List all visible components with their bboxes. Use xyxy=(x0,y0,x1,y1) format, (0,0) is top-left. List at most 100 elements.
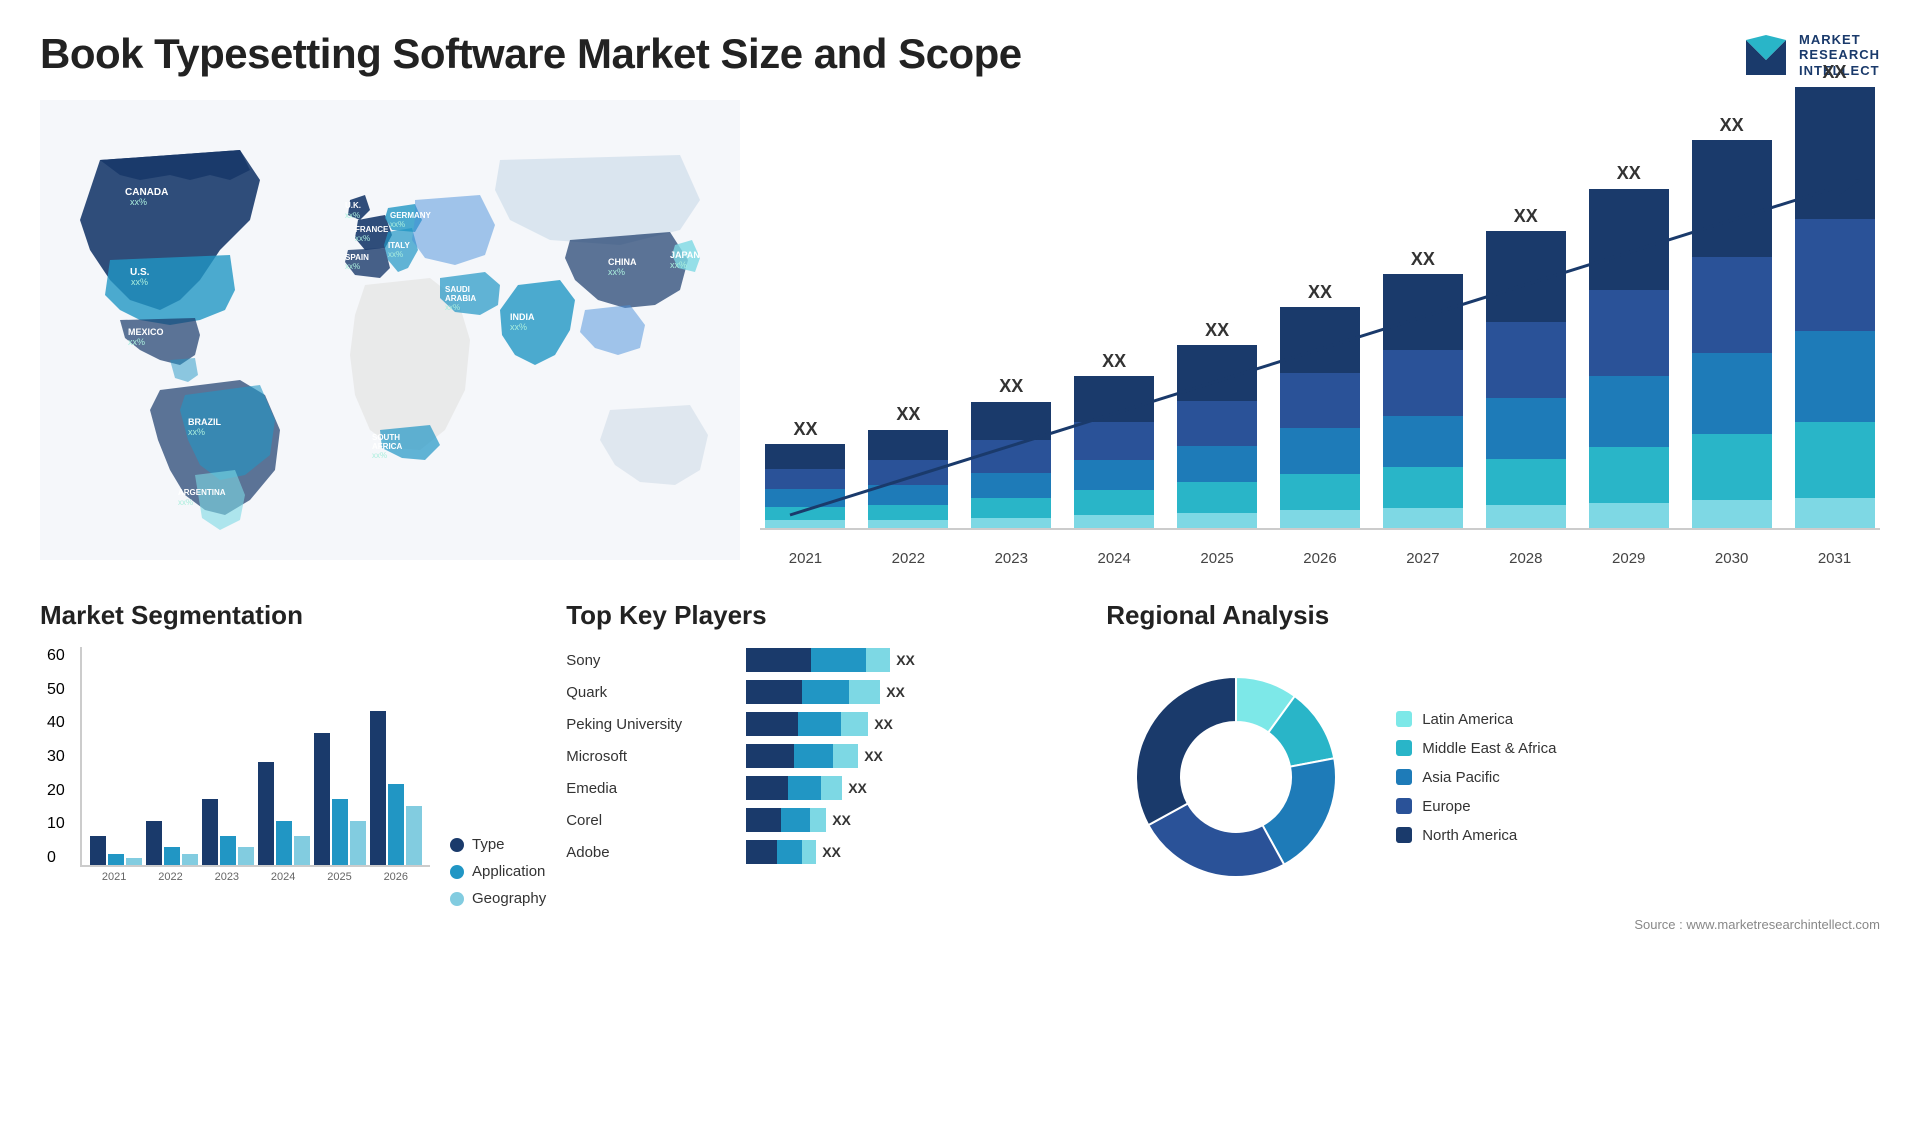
bar-year-label: 2025 xyxy=(1172,550,1263,567)
bar-segment xyxy=(1074,490,1154,515)
player-bar-seg xyxy=(777,840,802,864)
seg-bar xyxy=(126,858,142,865)
bar-year-label: 2027 xyxy=(1377,550,1468,567)
seg-chart: 60 50 40 30 20 10 0 20212022202320242025… xyxy=(40,647,430,907)
bar-stack xyxy=(1795,87,1875,528)
player-bar-seg xyxy=(794,744,833,768)
bar-year-label: 2029 xyxy=(1583,550,1674,567)
seg-bar xyxy=(258,762,274,865)
legend-dot xyxy=(450,892,464,906)
bar-segment xyxy=(1795,87,1875,219)
bar-segment xyxy=(868,430,948,460)
player-bar-seg xyxy=(849,680,880,704)
regional-legend-item: Middle East & Africa xyxy=(1396,740,1556,757)
player-name: Peking University xyxy=(566,716,736,733)
svg-text:ARGENTINA: ARGENTINA xyxy=(178,488,226,497)
regional-legend-item: Latin America xyxy=(1396,711,1556,728)
bar-segment xyxy=(1383,416,1463,467)
bar-segment xyxy=(1074,460,1154,490)
bar-segment xyxy=(1795,498,1875,528)
seg-bar xyxy=(108,854,124,865)
bar-group: XX xyxy=(1172,320,1263,528)
bar-segment xyxy=(1383,350,1463,416)
player-xx-label: XX xyxy=(886,684,905,700)
bar-top-label: XX xyxy=(1411,249,1435,270)
bar-year-label: 2026 xyxy=(1275,550,1366,567)
player-bar-wrap: XX xyxy=(746,807,1086,833)
bar-stack xyxy=(765,444,845,528)
bar-segment xyxy=(765,469,845,489)
bar-segment xyxy=(971,473,1051,498)
bar-stack xyxy=(1177,345,1257,528)
seg-x-label: 2024 xyxy=(257,871,309,883)
svg-text:xx%: xx% xyxy=(372,451,387,460)
bar-segment xyxy=(971,440,1051,473)
bar-segment xyxy=(1280,428,1360,474)
bar-stack xyxy=(971,401,1051,528)
legend-item: Geography xyxy=(450,890,546,907)
seg-x-label: 2023 xyxy=(201,871,253,883)
bar-segment xyxy=(1692,434,1772,500)
svg-text:xx%: xx% xyxy=(188,427,205,437)
regional-legend-label: Europe xyxy=(1422,798,1470,815)
svg-text:MEXICO: MEXICO xyxy=(128,327,164,337)
bar-segment xyxy=(1589,447,1669,503)
regional-legend-dot xyxy=(1396,827,1412,843)
seg-bar xyxy=(406,806,422,865)
player-bar-seg xyxy=(866,648,890,672)
legend-label: Geography xyxy=(472,890,546,907)
svg-text:AFRICA: AFRICA xyxy=(372,442,402,451)
bar-year-label: 2030 xyxy=(1686,550,1777,567)
bar-chart-section: XXXXXXXXXXXXXXXXXXXXXX 20212022202320242… xyxy=(760,100,1880,580)
seg-legend: Type Application Geography xyxy=(450,836,546,907)
player-name: Adobe xyxy=(566,844,736,861)
player-bar-inner xyxy=(746,712,868,736)
player-bar-wrap: XX xyxy=(746,839,1086,865)
player-row: MicrosoftXX xyxy=(566,743,1086,769)
donut-chart xyxy=(1106,647,1366,907)
seg-bar xyxy=(294,836,310,865)
regional-legend-dot xyxy=(1396,711,1412,727)
seg-bar xyxy=(314,733,330,865)
bar-stack xyxy=(868,429,948,528)
bar-segment xyxy=(1177,446,1257,482)
bar-segment xyxy=(1589,189,1669,290)
regional-legend-label: North America xyxy=(1422,827,1517,844)
donut-area: Latin America Middle East & Africa Asia … xyxy=(1106,647,1880,907)
regional-legend-label: Middle East & Africa xyxy=(1422,740,1556,757)
player-bar-inner xyxy=(746,648,890,672)
seg-bars: 60 50 40 30 20 10 0 xyxy=(80,647,430,867)
bar-segment xyxy=(1383,508,1463,528)
bar-stack xyxy=(1692,140,1772,528)
regional-title: Regional Analysis xyxy=(1106,600,1880,631)
bar-group: XX xyxy=(863,404,954,528)
regional-legend-item: North America xyxy=(1396,827,1556,844)
bar-segment xyxy=(868,485,948,505)
bar-group: XX xyxy=(1480,206,1571,528)
bar-segment xyxy=(1692,500,1772,528)
world-map: CANADA xx% U.S. xx% MEXICO xx% BRAZIL xx… xyxy=(40,100,740,560)
regional-legend-dot xyxy=(1396,769,1412,785)
bar-segment xyxy=(1486,231,1566,322)
bar-segment xyxy=(868,520,948,528)
map-section: CANADA xx% U.S. xx% MEXICO xx% BRAZIL xx… xyxy=(40,100,740,580)
segmentation-section: Market Segmentation 60 50 40 30 20 10 xyxy=(40,600,546,932)
player-bar-wrap: XX xyxy=(746,711,1086,737)
svg-text:U.K.: U.K. xyxy=(345,201,361,210)
seg-bar xyxy=(370,711,386,865)
bar-segment xyxy=(1177,513,1257,528)
player-bar-wrap: XX xyxy=(746,775,1086,801)
svg-text:ITALY: ITALY xyxy=(388,241,410,250)
bottom-section: Market Segmentation 60 50 40 30 20 10 xyxy=(40,600,1880,932)
seg-x-label: 2026 xyxy=(370,871,422,883)
bar-segment xyxy=(1074,376,1154,422)
player-bar-seg xyxy=(811,648,866,672)
bar-chart: XXXXXXXXXXXXXXXXXXXXXX 20212022202320242… xyxy=(760,160,1880,580)
svg-text:SOUTH: SOUTH xyxy=(372,433,400,442)
seg-bar xyxy=(182,854,198,865)
seg-bar-group xyxy=(202,799,254,865)
player-name: Emedia xyxy=(566,780,736,797)
source-text: Source : www.marketresearchintellect.com xyxy=(1106,917,1880,932)
player-xx-label: XX xyxy=(848,780,867,796)
player-bar-seg xyxy=(746,648,811,672)
